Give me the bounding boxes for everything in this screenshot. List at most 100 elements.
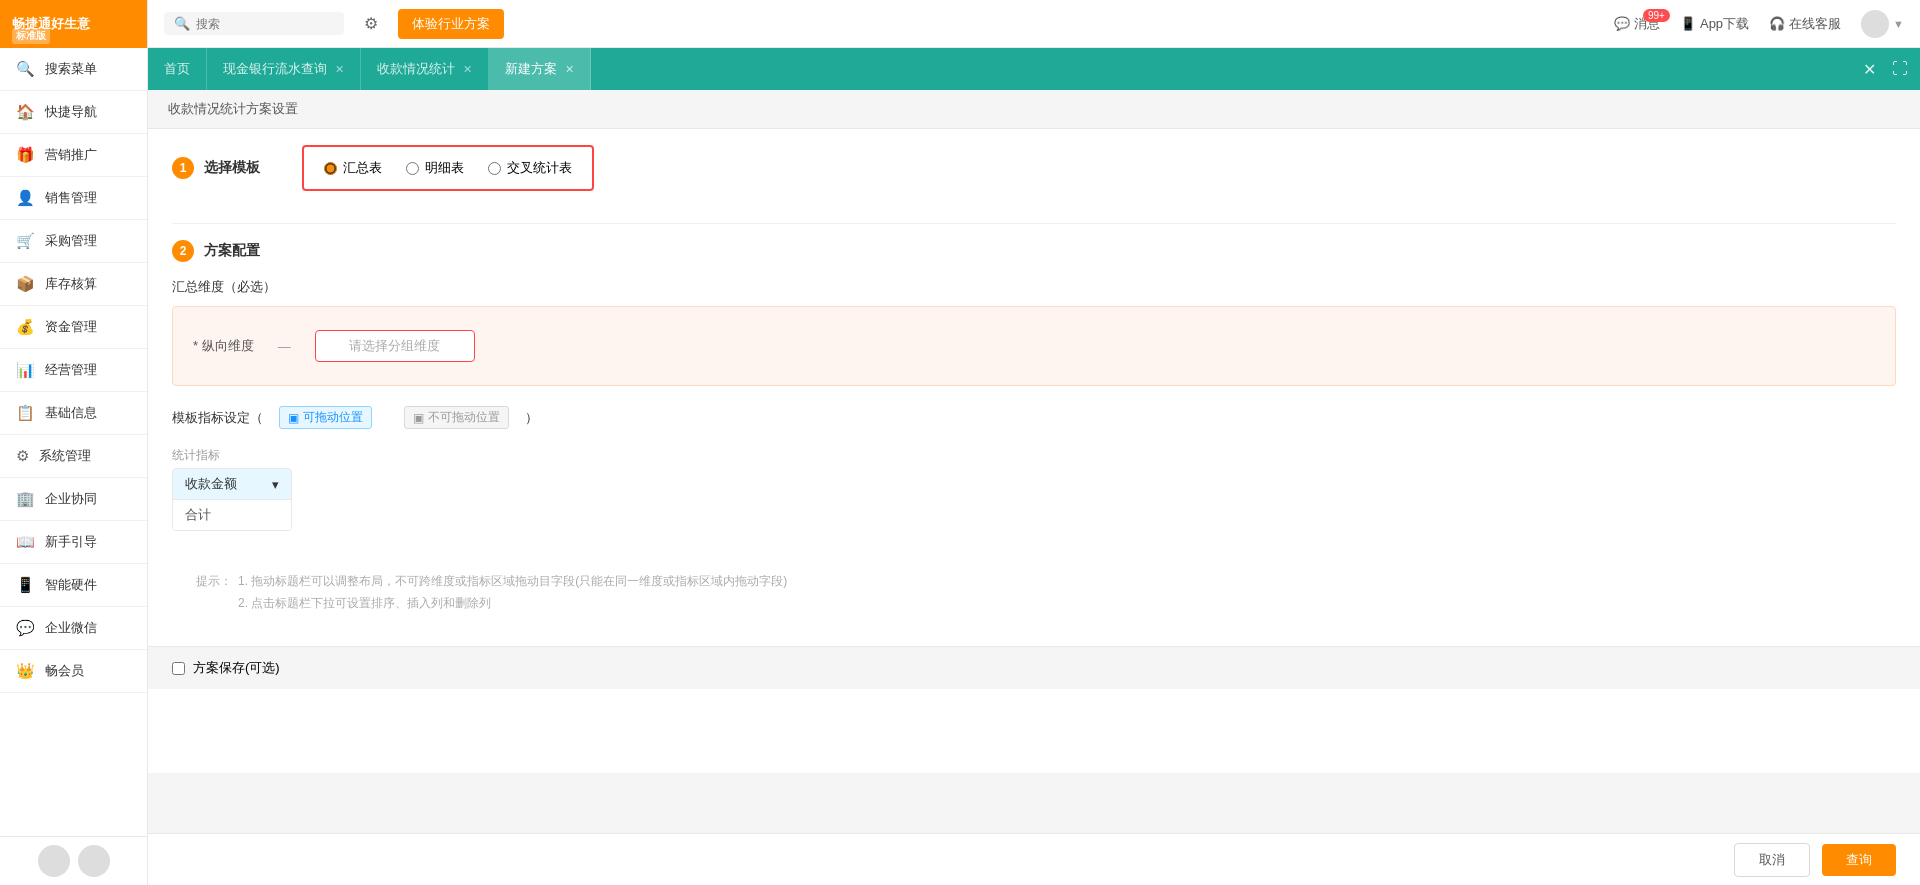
radio-cross[interactable]: 交叉统计表 (488, 159, 572, 177)
radio-detail[interactable]: 明细表 (406, 159, 464, 177)
save-checkbox[interactable] (172, 662, 185, 675)
metrics-col-header[interactable]: 收款金额 ▾ (173, 469, 291, 500)
notification-count: 99+ (1643, 9, 1670, 22)
tab-bank-flow[interactable]: 现金银行流水查询 ✕ (207, 48, 361, 90)
tab-bar: 首页现金银行流水查询✕收款情况统计✕新建方案✕ ✕ ⛶ (148, 48, 1920, 90)
sidebar-item-search-menu[interactable]: 🔍搜索菜单 (0, 48, 147, 91)
dimension-arrow: — (278, 339, 291, 354)
sidebar-item-sales[interactable]: 👤销售管理 (0, 177, 147, 220)
support-label: 在线客服 (1789, 15, 1841, 33)
sidebar-item-label: 经营管理 (45, 361, 97, 379)
tab-label: 现金银行流水查询 (223, 60, 327, 78)
quick-nav-icon: 🏠 (16, 103, 35, 121)
cancel-button[interactable]: 取消 (1734, 843, 1810, 877)
search-icon: 🔍 (174, 16, 190, 31)
sidebar-item-finance[interactable]: 💰资金管理 (0, 306, 147, 349)
radio-cross-label: 交叉统计表 (507, 159, 572, 177)
sidebar-item-hardware[interactable]: 📱智能硬件 (0, 564, 147, 607)
metrics-group: 统计指标 收款金额 ▾ 合计 (172, 447, 292, 531)
sidebar-item-wechat[interactable]: 💬企业微信 (0, 607, 147, 650)
sidebar-item-system[interactable]: ⚙系统管理 (0, 435, 147, 478)
tip-text-1: 1. 拖动标题栏可以调整布局，不可跨维度或指标区域拖动目字段(只能在同一维度或指… (238, 571, 787, 593)
metrics-table: 收款金额 ▾ 合计 (172, 468, 292, 531)
user-info[interactable]: ▼ (1861, 10, 1904, 38)
sidebar-item-quick-nav[interactable]: 🏠快捷导航 (0, 91, 147, 134)
draggable-label: 可拖动位置 (303, 409, 363, 426)
tab-close-new-plan[interactable]: ✕ (565, 63, 574, 76)
dimension-selector[interactable]: 请选择分组维度 (315, 330, 475, 362)
inventory-icon: 📦 (16, 275, 35, 293)
version-badge: 标准版 (12, 28, 50, 44)
query-button[interactable]: 查询 (1822, 844, 1896, 876)
step1-section: 1 选择模板 汇总表 明细表 交叉统计表 (148, 129, 1920, 223)
metrics-row-label: 合计 (185, 507, 211, 522)
sidebar-item-enterprise[interactable]: 🏢企业协同 (0, 478, 147, 521)
search-box[interactable]: 🔍 (164, 12, 344, 35)
app-icon: 📱 (1680, 16, 1696, 31)
sidebar-item-label: 库存核算 (45, 275, 97, 293)
purchase-icon: 🛒 (16, 232, 35, 250)
support-icon: 🎧 (1769, 16, 1785, 31)
tips-area: 提示： 1. 拖动标题栏可以调整布局，不可跨维度或指标区域拖动目字段(只能在同一… (172, 555, 1896, 630)
metrics-col-dropdown[interactable]: ▾ (272, 477, 279, 492)
operations-icon: 📊 (16, 361, 35, 379)
sidebar-item-operations[interactable]: 📊 经营管理 (0, 349, 147, 392)
sidebar-item-label: 采购管理 (45, 232, 97, 250)
expand-icon[interactable]: ⛶ (1888, 56, 1912, 82)
vertical-dim-label: * 纵向维度 (193, 337, 254, 355)
sidebar-bottom (0, 836, 147, 885)
app-download-btn[interactable]: 📱 App下载 (1680, 15, 1749, 33)
dimension-subsection: 汇总维度（必选） * 纵向维度 — 请选择分组维度 (172, 278, 1896, 386)
tab-home[interactable]: 首页 (148, 48, 207, 90)
sidebar-item-label: 营销推广 (45, 146, 97, 164)
step2-section: 2 方案配置 汇总维度（必选） * 纵向维度 — 请选择分组维度 (148, 224, 1920, 646)
step1-header: 1 选择模板 汇总表 明细表 交叉统计表 (172, 145, 1896, 191)
sidebar-item-label: 系统管理 (39, 447, 91, 465)
step1-num: 1 (172, 157, 194, 179)
sidebar-item-purchase[interactable]: 🛒 采购管理 (0, 220, 147, 263)
wechat-icon: 💬 (16, 619, 35, 637)
page-content: 收款情况统计方案设置 1 选择模板 汇总表 明细表 (148, 90, 1920, 833)
trial-button[interactable]: 体验行业方案 (398, 9, 504, 39)
enterprise-icon: 🏢 (16, 490, 35, 508)
page-inner: 收款情况统计方案设置 1 选择模板 汇总表 明细表 (148, 90, 1920, 773)
sidebar-item-marketing[interactable]: 🎁营销推广 (0, 134, 147, 177)
radio-detail-label: 明细表 (425, 159, 464, 177)
tab-new-plan[interactable]: 新建方案✕ (489, 48, 591, 90)
radio-detail-input[interactable] (406, 162, 419, 175)
sidebar-item-label: 畅会员 (45, 662, 84, 680)
basic-info-icon: 📋 (16, 404, 35, 422)
sidebar-item-label: 基础信息 (45, 404, 97, 422)
metrics-subsection: 模板指标设定（ ▣ 可拖动位置 ▣ 不可拖动位置 ） (172, 406, 1896, 539)
non-draggable-label: 不可拖动位置 (428, 409, 500, 426)
search-input[interactable] (196, 17, 316, 31)
tab-label: 首页 (164, 60, 190, 78)
step2-num: 2 (172, 240, 194, 262)
non-draggable-icon: ▣ (413, 411, 424, 425)
tab-close-bank-flow[interactable]: ✕ (335, 63, 344, 76)
sidebar-item-inventory[interactable]: 📦 库存核算 (0, 263, 147, 306)
sidebar-item-basic-info[interactable]: 📋 基础信息 (0, 392, 147, 435)
dimension-title: 汇总维度（必选） (172, 278, 1896, 296)
radio-summary[interactable]: 汇总表 (324, 159, 382, 177)
sidebar-item-label: 智能硬件 (45, 576, 97, 594)
template-options: 汇总表 明细表 交叉统计表 (302, 145, 594, 191)
sidebar: 畅捷通好生意 标准版 🔍搜索菜单🏠快捷导航🎁营销推广👤销售管理🛒采购管理📦库存核… (0, 0, 148, 885)
metrics-row-total: 合计 (173, 500, 291, 530)
tab-collection-stats[interactable]: 收款情况统计✕ (361, 48, 489, 90)
member-icon: 👑 (16, 662, 35, 680)
tabs-container: 首页现金银行流水查询✕收款情况统计✕新建方案✕ (148, 48, 591, 90)
metrics-col-label: 收款金额 (185, 475, 237, 493)
radio-cross-input[interactable] (488, 162, 501, 175)
sidebar-item-member[interactable]: 👑 畅会员 (0, 650, 147, 693)
radio-summary-input[interactable] (324, 162, 337, 175)
notification-btn[interactable]: 💬 消息 99+ (1614, 15, 1660, 33)
metrics-close-paren: ） (525, 409, 538, 427)
tab-close-collection-stats[interactable]: ✕ (463, 63, 472, 76)
message-icon: 💬 (1614, 16, 1630, 31)
close-all-icon[interactable]: ✕ (1859, 56, 1880, 83)
sidebar-item-guide[interactable]: 📖新手引导 (0, 521, 147, 564)
metrics-title: 模板指标设定（ (172, 409, 263, 427)
support-btn[interactable]: 🎧 在线客服 (1769, 15, 1841, 33)
gear-icon[interactable]: ⚙ (360, 10, 382, 37)
